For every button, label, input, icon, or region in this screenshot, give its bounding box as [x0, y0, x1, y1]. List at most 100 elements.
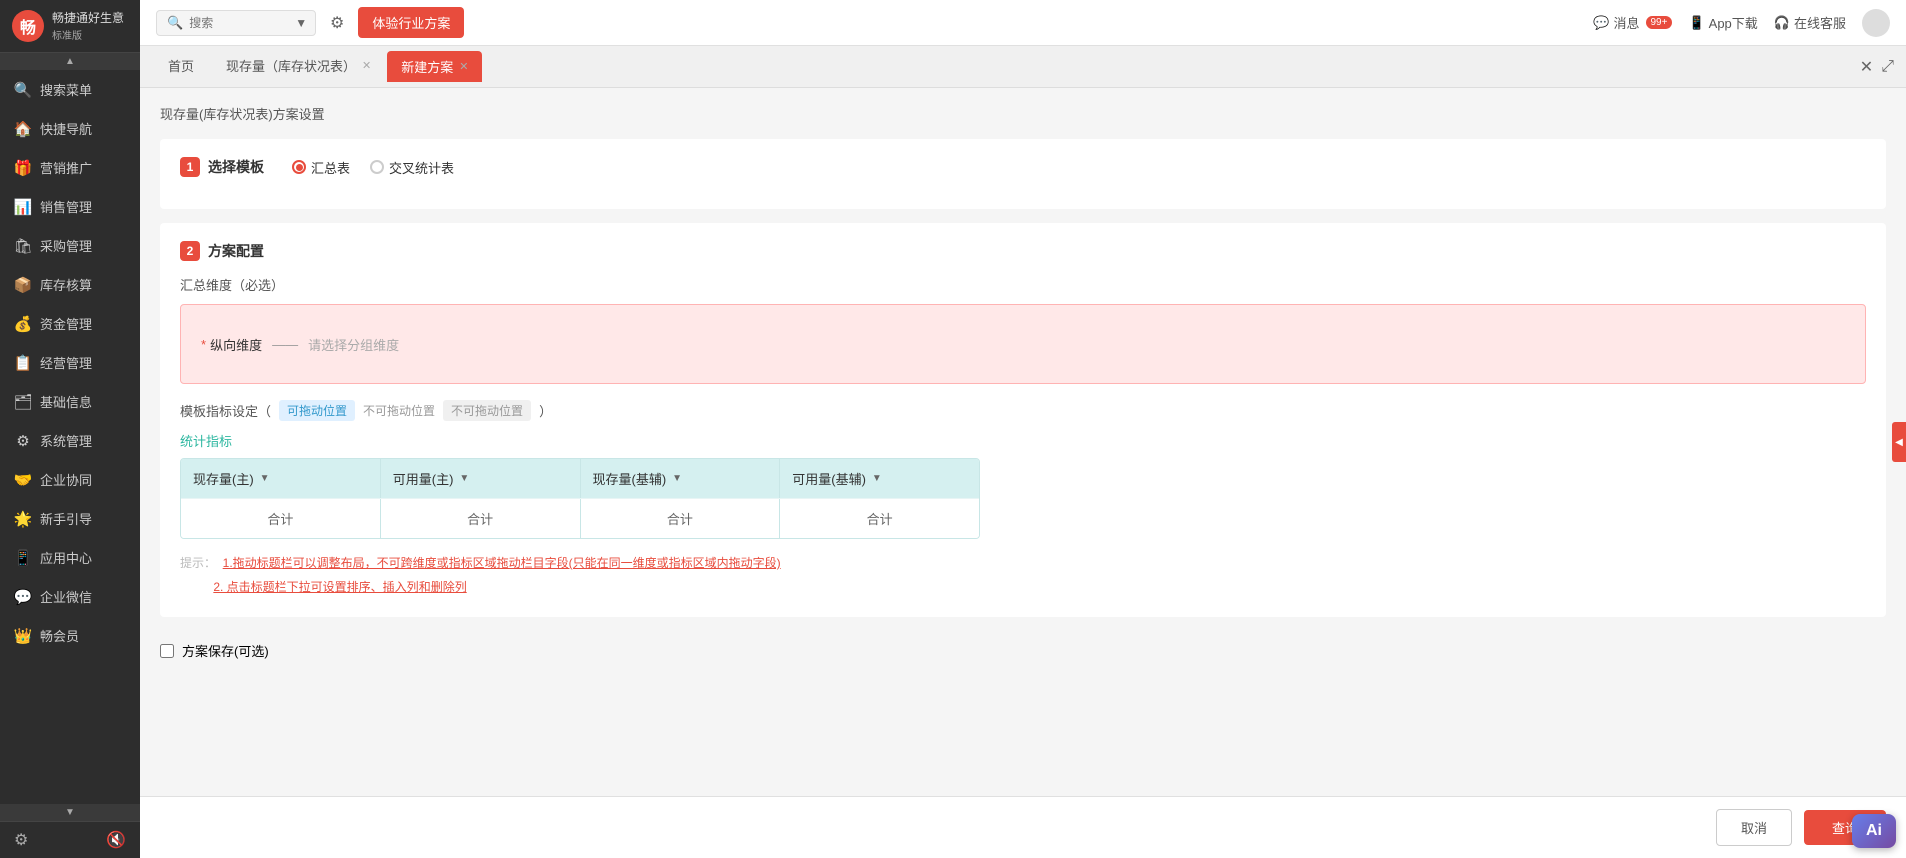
tabs-bar: 首页 现存量（库存状况表） ✕ 新建方案 ✕ ✕ ⤢ — [140, 46, 1906, 88]
radio-summary[interactable]: 汇总表 — [292, 158, 350, 177]
tab-inventory[interactable]: 现存量（库存状况表） ✕ — [210, 46, 387, 87]
sidebar-item-finance[interactable]: 💰 资金管理 — [0, 304, 140, 343]
tips-box: 提示： 1.拖动标题栏可以调整布局，不可跨维度或指标区域拖动栏目字段(只能在同一… — [180, 551, 1866, 599]
header-chevron-1[interactable]: ▼ — [260, 473, 270, 484]
cell-value-1: 合计 — [267, 509, 293, 528]
sidebar: 畅 畅捷通好生意 标准版 ▲ 🔍 搜索菜单 🏠 快捷导航 🎁 营销推广 📊 销售… — [0, 0, 140, 858]
topbar: 🔍 ▼ ⚙ 体验行业方案 💬 消息 99+ 📱 App下载 🎧 在线客服 — [140, 0, 1906, 46]
sidebar-item-purchase[interactable]: 🛍 采购管理 — [0, 226, 140, 265]
stats-label: 统计指标 — [180, 431, 1866, 450]
side-expand-button[interactable]: ◀ — [1892, 422, 1906, 462]
step1-header: 1 选择模板 汇总表 交叉统计表 — [180, 157, 1866, 177]
settings-icon[interactable]: ⚙ — [14, 830, 28, 850]
radio-summary-label: 汇总表 — [311, 158, 350, 177]
sidebar-item-search[interactable]: 🔍 搜索菜单 — [0, 70, 140, 109]
dimension-label: 汇总维度（必选） — [180, 275, 1866, 294]
table-header-row: 现存量(主) ▼ 可用量(主) ▼ 现存量(基辅) ▼ 可用量(基辅) ▼ — [181, 459, 979, 498]
app-download-button[interactable]: 📱 App下载 — [1688, 13, 1757, 32]
sidebar-item-stock[interactable]: 📦 库存核算 — [0, 265, 140, 304]
sidebar-logo: 畅 畅捷通好生意 标准版 — [0, 0, 140, 53]
sidebar-item-enterprise[interactable]: 🤝 企业协同 — [0, 460, 140, 499]
tip-1: 提示： 1.拖动标题栏可以调整布局，不可跨维度或指标区域拖动栏目字段(只能在同一… — [180, 551, 1866, 575]
tab-newplan[interactable]: 新建方案 ✕ — [387, 51, 482, 82]
header-label-2: 可用量(主) — [393, 469, 454, 488]
chart-icon: 📊 — [14, 198, 32, 216]
sidebar-item-newguide[interactable]: 🌟 新手引导 — [0, 499, 140, 538]
sidebar-item-marketing[interactable]: 🎁 营销推广 — [0, 148, 140, 187]
folder-icon: 🗂 — [14, 393, 32, 411]
sidebar-item-wechat[interactable]: 💬 企业微信 — [0, 577, 140, 616]
indicator-settings-label: 模板指标设定（ 可拖动位置 不可拖动位置 不可拖动位置 ） — [180, 400, 1866, 421]
download-icon: 📱 — [1688, 15, 1704, 31]
dimension-field-label: 纵向维度 — [210, 335, 262, 354]
tab-home-label: 首页 — [168, 56, 194, 75]
radio-cross[interactable]: 交叉统计表 — [370, 158, 454, 177]
sidebar-item-basic[interactable]: 🗂 基础信息 — [0, 382, 140, 421]
step2-num: 2 — [180, 241, 200, 261]
radio-cross-label: 交叉统计表 — [389, 158, 454, 177]
ai-fab-button[interactable]: Ai — [1852, 814, 1896, 848]
message-button[interactable]: 💬 消息 99+ — [1593, 13, 1672, 32]
sidebar-item-label: 应用中心 — [40, 548, 92, 567]
save-label: 方案保存(可选) — [182, 641, 269, 660]
tip2-text: 2. 点击标题栏下拉可设置排序、插入列 — [213, 580, 418, 594]
table-cell-2: 合计 — [381, 499, 581, 538]
user-avatar[interactable] — [1862, 9, 1890, 37]
gift-icon: 🎁 — [14, 159, 32, 177]
step1-card: 1 选择模板 汇总表 交叉统计表 — [160, 139, 1886, 209]
search-box[interactable]: 🔍 ▼ — [156, 10, 316, 36]
sidebar-item-label: 经营管理 — [40, 353, 92, 372]
tag-fixed: 不可拖动位置 — [443, 400, 531, 421]
window-close-button[interactable]: ✕ — [1860, 57, 1873, 77]
table-header-cell-3[interactable]: 现存量(基辅) ▼ — [581, 459, 781, 498]
sidebar-item-label: 营销推广 — [40, 158, 92, 177]
window-expand-button[interactable]: ⤢ — [1881, 58, 1894, 76]
cell-value-4: 合计 — [867, 509, 893, 528]
search-dropdown-icon[interactable]: ▼ — [295, 16, 307, 30]
message-badge: 99+ — [1646, 16, 1673, 29]
sidebar-item-label: 畅会员 — [40, 626, 79, 645]
tab-inventory-close-icon[interactable]: ✕ — [362, 59, 371, 72]
cancel-button[interactable]: 取消 — [1716, 809, 1792, 846]
header-chevron-2[interactable]: ▼ — [459, 473, 469, 484]
tab-home[interactable]: 首页 — [152, 46, 210, 87]
sidebar-item-label: 企业协同 — [40, 470, 92, 489]
sidebar-item-member[interactable]: 👑 畅会员 — [0, 616, 140, 655]
handshake-icon: 🤝 — [14, 471, 32, 489]
table-header-cell-1[interactable]: 现存量(主) ▼ — [181, 459, 381, 498]
sidebar-item-system[interactable]: ⚙ 系统管理 — [0, 421, 140, 460]
header-chevron-3[interactable]: ▼ — [672, 473, 682, 484]
table-cell-4: 合计 — [780, 499, 979, 538]
volume-icon[interactable]: 🔇 — [106, 830, 126, 850]
sidebar-item-label: 搜索菜单 — [40, 80, 92, 99]
step1-num: 1 — [180, 157, 200, 177]
save-checkbox[interactable] — [160, 644, 174, 658]
table-data-row: 合计 合计 合计 合计 — [181, 498, 979, 538]
footer: 取消 查询 — [140, 796, 1906, 858]
sidebar-item-label: 采购管理 — [40, 236, 92, 255]
table-header-cell-2[interactable]: 可用量(主) ▼ — [381, 459, 581, 498]
online-service-button[interactable]: 🎧 在线客服 — [1774, 13, 1846, 32]
sidebar-scroll-up[interactable]: ▲ — [0, 53, 140, 70]
service-icon: 🎧 — [1774, 15, 1790, 31]
settings-gear-icon[interactable]: ⚙ — [330, 13, 344, 33]
trial-industry-button[interactable]: 体验行业方案 — [358, 7, 464, 38]
step2-title: 方案配置 — [208, 241, 264, 261]
phone-icon: 📱 — [14, 549, 32, 567]
sidebar-scroll-down[interactable]: ▼ — [0, 804, 140, 821]
header-chevron-4[interactable]: ▼ — [872, 473, 882, 484]
sidebar-item-sales[interactable]: 📊 销售管理 — [0, 187, 140, 226]
sidebar-item-label: 快捷导航 — [40, 119, 92, 138]
step1-title: 选择模板 — [208, 157, 264, 177]
sidebar-item-label: 库存核算 — [40, 275, 92, 294]
sidebar-item-shortcut[interactable]: 🏠 快捷导航 — [0, 109, 140, 148]
table-header-cell-4[interactable]: 可用量(基辅) ▼ — [780, 459, 979, 498]
sidebar-item-operations[interactable]: 📋 经营管理 — [0, 343, 140, 382]
dimension-box[interactable]: * 纵向维度 —— 请选择分组维度 — [180, 304, 1866, 384]
page-title: 现存量(库存状况表)方案设置 — [160, 104, 1886, 123]
tip2-link[interactable]: 和删除列 — [419, 580, 467, 594]
tab-newplan-close-icon[interactable]: ✕ — [459, 60, 468, 73]
search-input[interactable] — [189, 16, 289, 30]
app-logo-icon: 畅 — [12, 10, 44, 42]
sidebar-item-appcenter[interactable]: 📱 应用中心 — [0, 538, 140, 577]
